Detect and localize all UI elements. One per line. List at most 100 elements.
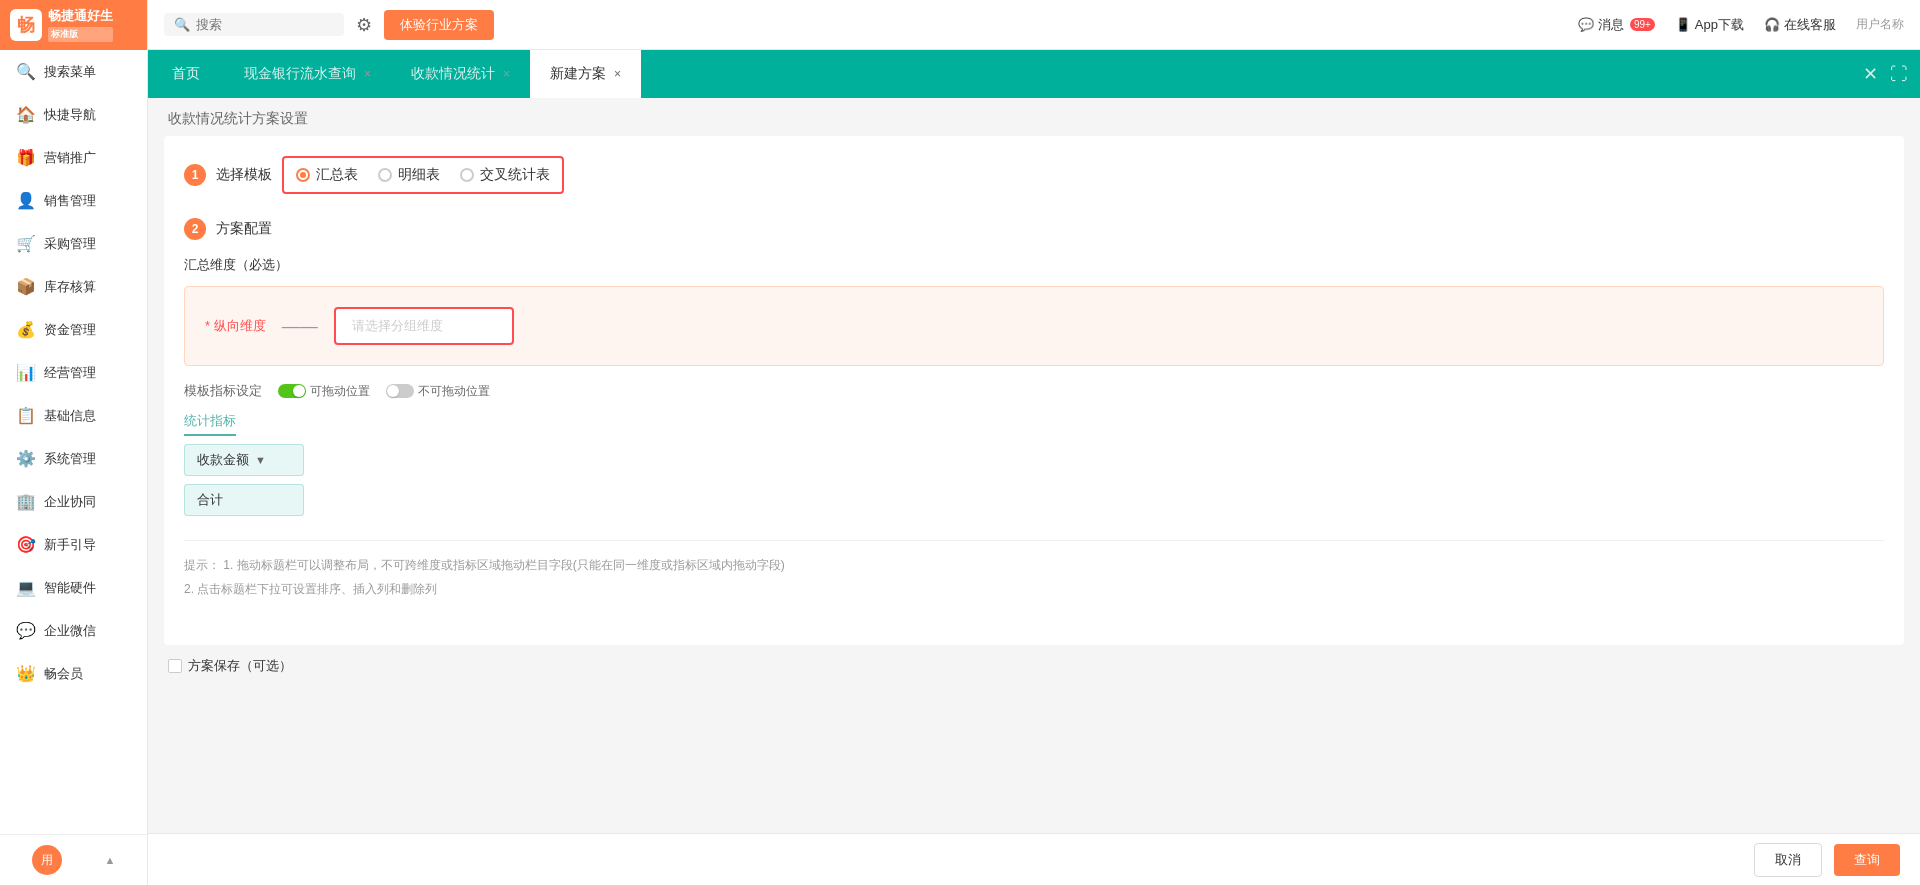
money-icon: 💰: [16, 320, 36, 339]
save-label: 方案保存（可选）: [188, 657, 292, 675]
query-button[interactable]: 查询: [1834, 844, 1900, 876]
sidebar-item-smart-hw[interactable]: 💻 智能硬件: [0, 566, 147, 609]
tab-collection-stats-close[interactable]: ×: [503, 67, 510, 81]
radio-summary[interactable]: 汇总表: [296, 166, 358, 184]
online-support-item[interactable]: 🎧 在线客服: [1764, 16, 1836, 34]
nav-close-btn[interactable]: ✕: [1859, 59, 1882, 89]
sidebar-item-label: 企业协同: [44, 493, 96, 511]
cart-icon: 🛒: [16, 234, 36, 253]
clipboard-icon: 📋: [16, 406, 36, 425]
page-header: 收款情况统计方案设置: [148, 98, 1920, 136]
sidebar-item-enterprise[interactable]: 🏢 企业协同: [0, 480, 147, 523]
draggable-on-indicator: [278, 384, 306, 398]
computer-icon: 💻: [16, 578, 36, 597]
step1-section: 1 选择模板 汇总表 明细表 交叉统计表: [184, 156, 1884, 194]
sidebar-item-label: 经营管理: [44, 364, 96, 382]
sidebar-item-finance[interactable]: 💰 资金管理: [0, 308, 147, 351]
sidebar-item-basic-info[interactable]: 📋 基础信息: [0, 394, 147, 437]
logo-name: 畅捷通好生: [48, 8, 113, 25]
tab-bank-flow-close[interactable]: ×: [364, 67, 371, 81]
main-area: 🔍 ⚙ 体验行业方案 💬 消息 99+ 📱 App下载 🎧 在线客服 用户名称 …: [148, 0, 1920, 885]
metrics-total: 合计: [184, 484, 304, 516]
tab-new-plan-close[interactable]: ×: [614, 67, 621, 81]
sidebar-item-inventory[interactable]: 📦 库存核算: [0, 265, 147, 308]
search-box[interactable]: 🔍: [164, 13, 344, 36]
bottom-bar: 取消 查询: [148, 833, 1920, 885]
step2-label: 方案配置: [216, 220, 272, 238]
sidebar-item-sales[interactable]: 👤 销售管理: [0, 179, 147, 222]
sidebar-item-search-menu[interactable]: 🔍 搜索菜单: [0, 50, 147, 93]
page-footer: 方案保存（可选）: [148, 645, 1920, 687]
save-option[interactable]: 方案保存（可选）: [168, 657, 292, 675]
sidebar-item-purchase[interactable]: 🛒 采购管理: [0, 222, 147, 265]
radio-summary-dot: [296, 168, 310, 182]
sidebar-item-system[interactable]: ⚙️ 系统管理: [0, 437, 147, 480]
sidebar-item-operations[interactable]: 📊 经营管理: [0, 351, 147, 394]
hint-2: 2. 点击标题栏下拉可设置排序、插入列和删除列: [184, 577, 1884, 601]
dimension-row: 纵向维度 —— 请选择分组维度: [205, 307, 1863, 345]
sidebar-item-label: 系统管理: [44, 450, 96, 468]
home-icon: 🏠: [16, 105, 36, 124]
phone-icon: 📱: [1675, 17, 1691, 32]
dimension-placeholder: 请选择分组维度: [352, 318, 443, 333]
dimension-section-title: 汇总维度（必选）: [184, 256, 1884, 274]
sidebar-item-marketing[interactable]: 🎁 营销推广: [0, 136, 147, 179]
logo-icon: 畅: [10, 9, 42, 41]
sidebar-item-quick-nav[interactable]: 🏠 快捷导航: [0, 93, 147, 136]
gift-icon: 🎁: [16, 148, 36, 167]
search-input[interactable]: [196, 17, 316, 32]
sidebar-logo: 畅 畅捷通好生 标准版: [0, 0, 147, 50]
sidebar-item-member[interactable]: 👑 畅会员: [0, 652, 147, 695]
config-section: 汇总维度（必选） 纵向维度 —— 请选择分组维度 模板: [184, 256, 1884, 601]
message-icon: 💬: [1578, 17, 1594, 32]
step2-section: 2 方案配置 汇总维度（必选） 纵向维度 —— 请选择分组维度: [184, 218, 1884, 601]
dimension-select[interactable]: 请选择分组维度: [334, 307, 514, 345]
username: 用户名称: [1856, 16, 1904, 33]
step2-badge: 2: [184, 218, 206, 240]
metrics-table: 统计指标 收款金额 ▼ 合计: [184, 412, 304, 516]
tab-bank-flow-label: 现金银行流水查询: [244, 65, 356, 83]
search-menu-icon: 🔍: [16, 62, 36, 81]
draggable-label: 可拖动位置: [310, 383, 370, 400]
online-support-label: 在线客服: [1784, 16, 1836, 34]
sidebar-item-label: 资金管理: [44, 321, 96, 339]
draggable-toggle[interactable]: 可拖动位置: [278, 383, 370, 400]
page-body: 1 选择模板 汇总表 明细表 交叉统计表: [164, 136, 1904, 645]
sidebar-item-wechat[interactable]: 💬 企业微信: [0, 609, 147, 652]
industry-btn[interactable]: 体验行业方案: [384, 10, 494, 40]
sidebar-bottom: 用 ▲: [0, 834, 147, 885]
step1-badge: 1: [184, 164, 206, 186]
page-title: 收款情况统计方案设置: [168, 110, 308, 126]
save-checkbox[interactable]: [168, 659, 182, 673]
radio-cross[interactable]: 交叉统计表: [460, 166, 550, 184]
notifications-item[interactable]: 💬 消息 99+: [1578, 16, 1655, 34]
tab-new-plan[interactable]: 新建方案 ×: [530, 50, 641, 98]
radio-summary-label: 汇总表: [316, 166, 358, 184]
sidebar-item-beginner[interactable]: 🎯 新手引导: [0, 523, 147, 566]
tab-home[interactable]: 首页: [148, 50, 224, 98]
metrics-config-title: 模板指标设定: [184, 382, 262, 400]
tab-collection-stats[interactable]: 收款情况统计 ×: [391, 50, 530, 98]
step1-label: 选择模板: [216, 166, 272, 184]
settings-gear-icon[interactable]: ⚙: [356, 14, 372, 36]
app-download-item[interactable]: 📱 App下载: [1675, 16, 1744, 34]
nav-tabs: 首页 现金银行流水查询 × 收款情况统计 × 新建方案 × ✕ ⛶: [148, 50, 1920, 98]
arrow-icon: ——: [282, 316, 318, 337]
template-selector: 汇总表 明细表 交叉统计表: [282, 156, 564, 194]
sidebar-item-label: 新手引导: [44, 536, 96, 554]
non-draggable-label: 不可拖动位置: [418, 383, 490, 400]
metrics-config: 模板指标设定 可拖动位置 不可拖动位置 统计指标: [184, 382, 1884, 516]
non-draggable-toggle[interactable]: 不可拖动位置: [386, 383, 490, 400]
metrics-header: 模板指标设定 可拖动位置 不可拖动位置: [184, 382, 1884, 400]
nav-expand-btn[interactable]: ⛶: [1886, 60, 1912, 89]
tab-bank-flow[interactable]: 现金银行流水查询 ×: [224, 50, 391, 98]
radio-detail[interactable]: 明细表: [378, 166, 440, 184]
metrics-column: 收款金额 ▼ 合计: [184, 444, 304, 516]
radio-cross-label: 交叉统计表: [480, 166, 550, 184]
sidebar-item-label: 智能硬件: [44, 579, 96, 597]
metrics-tag-amount[interactable]: 收款金额 ▼: [184, 444, 304, 476]
amount-label: 收款金额: [197, 451, 249, 469]
cancel-button[interactable]: 取消: [1754, 843, 1822, 877]
notifications-label: 消息: [1598, 16, 1624, 34]
settings-icon: ⚙️: [16, 449, 36, 468]
